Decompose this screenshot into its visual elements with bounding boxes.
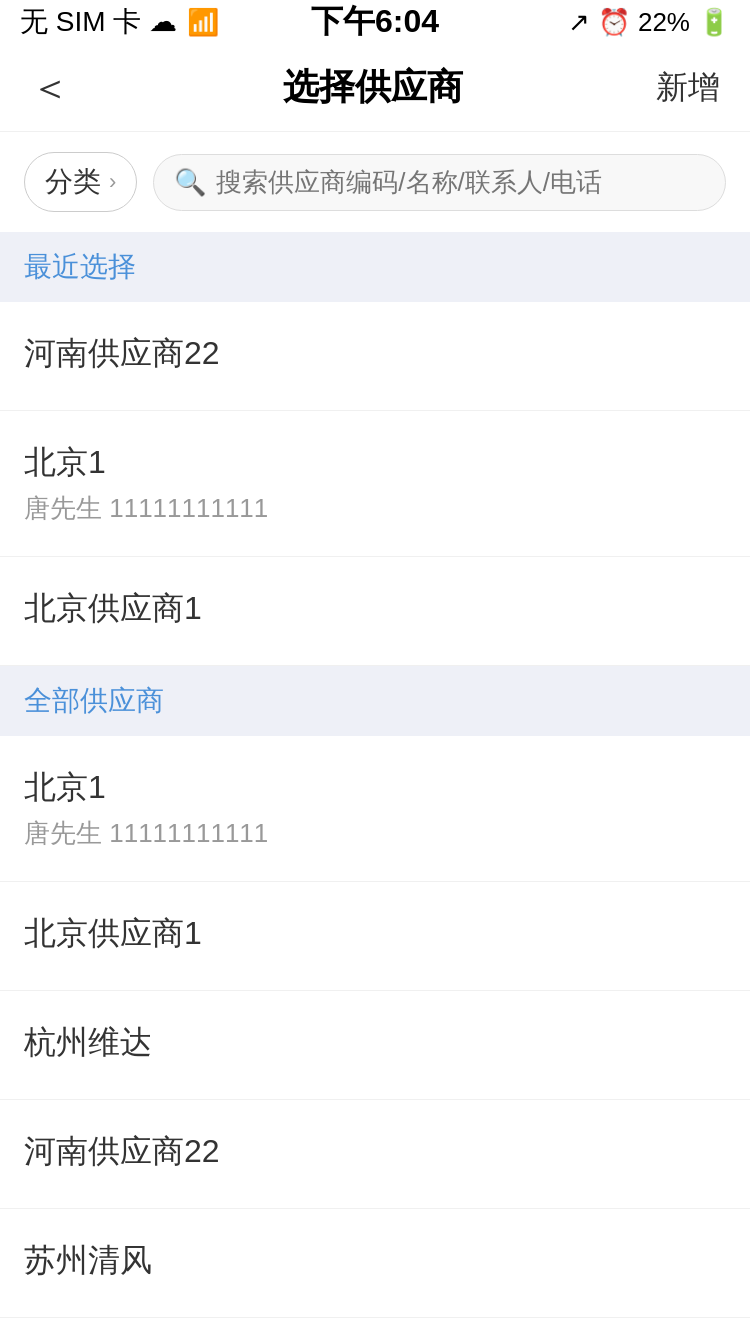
search-input[interactable] [216,167,705,198]
status-right: ↗ ⏰ 22% 🔋 [568,7,730,38]
recent-section-header: 最近选择 [0,232,750,302]
category-filter[interactable]: 分类 › [24,152,137,212]
item-name: 河南供应商22 [24,332,726,376]
nav-bar: ＜ 选择供应商 新增 [0,44,750,132]
item-name: 苏州清风 [24,1239,726,1283]
category-label: 分类 [45,163,101,201]
all-item-3[interactable]: 河南供应商22 [0,1100,750,1209]
new-button[interactable]: 新增 [656,66,720,110]
item-name: 河南供应商22 [24,1130,726,1174]
search-icon: 🔍 [174,167,206,198]
page-title: 选择供应商 [283,63,463,112]
sim-status: 无 SIM 卡 ☁ [20,3,177,41]
back-button[interactable]: ＜ [30,60,90,115]
recent-item-2[interactable]: 北京供应商1 [0,557,750,666]
all-item-0[interactable]: 北京1 唐先生 11111111111 [0,736,750,882]
all-section-header: 全部供应商 [0,666,750,736]
alarm-icon: ⏰ [598,7,630,38]
wifi-icon: 📶 [187,7,219,38]
all-item-2[interactable]: 杭州维达 [0,991,750,1100]
battery-status: 22% [638,7,690,38]
item-name: 杭州维达 [24,1021,726,1065]
status-time: 下午6:04 [311,0,439,44]
item-detail: 唐先生 11111111111 [24,816,726,851]
battery-icon: 🔋 [698,7,730,38]
search-bar[interactable]: 🔍 [153,154,726,211]
status-bar: 无 SIM 卡 ☁ 📶 下午6:04 ↗ ⏰ 22% 🔋 [0,0,750,44]
back-icon: ＜ [30,65,70,109]
all-item-1[interactable]: 北京供应商1 [0,882,750,991]
recent-items-list: 河南供应商22 北京1 唐先生 11111111111 北京供应商1 [0,302,750,666]
item-name: 北京供应商1 [24,912,726,956]
recent-item-1[interactable]: 北京1 唐先生 11111111111 [0,411,750,557]
status-left: 无 SIM 卡 ☁ 📶 [20,3,219,41]
category-chevron-icon: › [109,169,116,195]
item-name: 北京1 [24,441,726,485]
all-item-4[interactable]: 苏州清风 [0,1209,750,1318]
filter-bar: 分类 › 🔍 [0,132,750,232]
all-items-list: 北京1 唐先生 11111111111 北京供应商1 杭州维达 河南供应商22 … [0,736,750,1318]
item-name: 北京1 [24,766,726,810]
item-detail: 唐先生 11111111111 [24,491,726,526]
recent-item-0[interactable]: 河南供应商22 [0,302,750,411]
item-name: 北京供应商1 [24,587,726,631]
location-icon: ↗ [568,7,590,38]
